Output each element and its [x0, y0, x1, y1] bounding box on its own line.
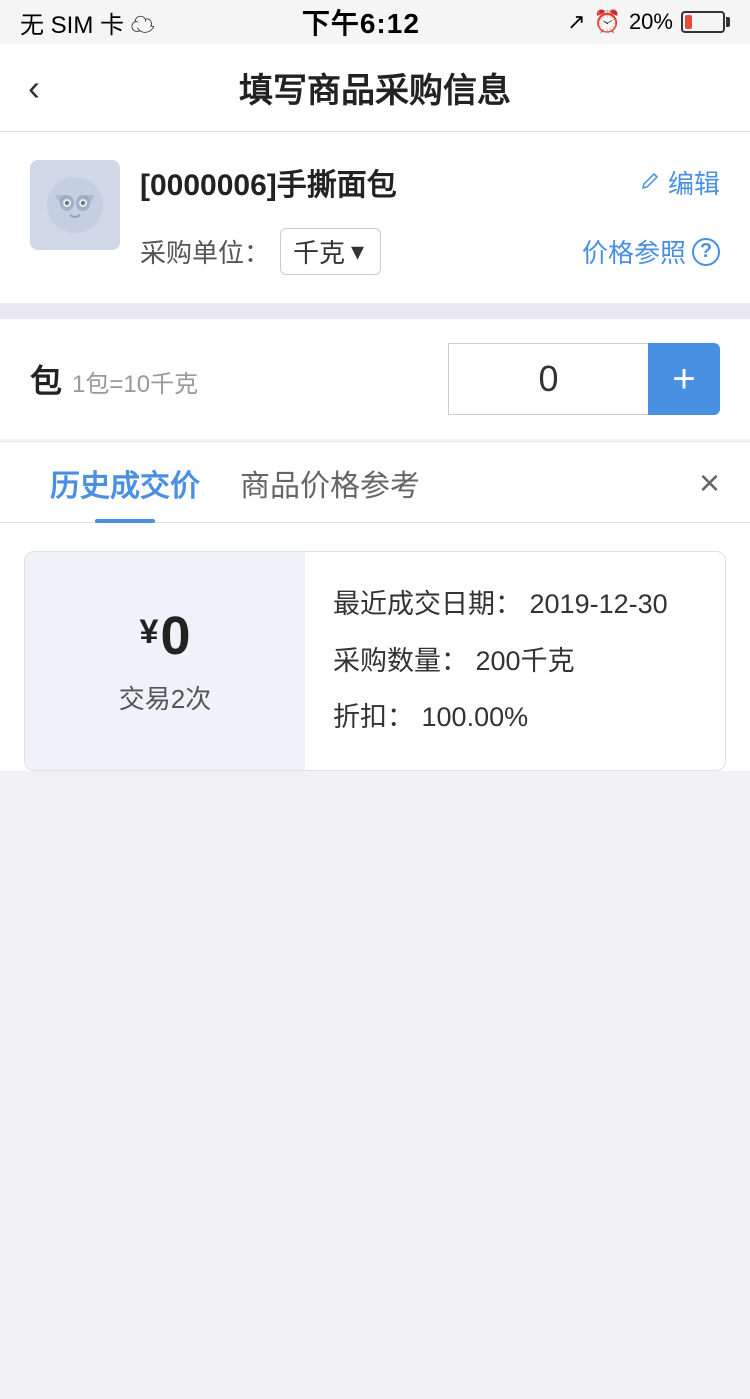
quantity-label: 包 1包=10千克 [30, 356, 198, 402]
panel-container: 历史成交价 商品价格参考 × ¥ 0 交易2次 最近成交日期： 2019-12-… [0, 443, 750, 771]
discount-label: 折扣： [333, 702, 414, 732]
history-price: ¥ 0 [140, 605, 191, 667]
battery-icon [681, 11, 730, 33]
history-recent-date: 最近成交日期： 2019-12-30 [333, 584, 697, 625]
unit-value: 千克 [293, 233, 345, 270]
recent-date-label: 最近成交日期： [333, 589, 522, 619]
purchase-unit: 采购单位： 千克 ▾ [140, 228, 381, 275]
plus-icon: + [672, 357, 695, 402]
history-card-left: ¥ 0 交易2次 [25, 552, 305, 770]
unit-dropdown[interactable]: 千克 ▾ [280, 228, 381, 275]
nav-bar: ‹ 填写商品采购信息 [0, 44, 750, 132]
tab-product-price-ref-label: 商品价格参考 [240, 461, 420, 505]
price-value: 0 [160, 605, 190, 667]
purchase-unit-label: 采购单位： [140, 233, 270, 270]
history-discount: 折扣： 100.00% [333, 697, 697, 738]
gps-icon: ↗ [567, 9, 585, 35]
product-top-row: [0000006]手撕面包 编辑 [140, 160, 720, 204]
quantity-input[interactable] [448, 343, 648, 415]
history-card: ¥ 0 交易2次 最近成交日期： 2019-12-30 采购数量： 200千克 … [24, 551, 726, 771]
history-trade-count: 交易2次 [119, 679, 211, 716]
price-ref-button[interactable]: 价格参照 ? [582, 233, 720, 270]
panel-close-button[interactable]: × [699, 462, 720, 504]
status-time: 下午6:12 [302, 2, 420, 42]
section-divider [0, 303, 750, 319]
tab-history-price-label: 历史成交价 [50, 461, 200, 505]
status-right: ↗ ⏰ 20% [567, 9, 730, 35]
product-thumbnail [30, 160, 120, 250]
status-bar: 无 SIM 卡 ☁ 下午6:12 ↗ ⏰ 20% [0, 0, 750, 44]
history-card-right: 最近成交日期： 2019-12-30 采购数量： 200千克 折扣： 100.0… [305, 552, 725, 770]
quantity-plus-button[interactable]: + [648, 343, 720, 415]
quantity-row: 包 1包=10千克 + [0, 319, 750, 439]
sim-wifi-label: 无 SIM 卡 ☁ [20, 5, 155, 40]
history-purchase-qty: 采购数量： 200千克 [333, 641, 697, 682]
product-bottom-row: 采购单位： 千克 ▾ 价格参照 ? [140, 228, 720, 275]
purchase-qty-label: 采购数量： [333, 646, 468, 676]
tabs-row: 历史成交价 商品价格参考 × [0, 443, 750, 523]
edit-button[interactable]: 编辑 [640, 164, 720, 201]
tab-product-price-ref[interactable]: 商品价格参考 [220, 443, 440, 523]
status-left: 无 SIM 卡 ☁ [20, 5, 155, 40]
tab-history-price[interactable]: 历史成交价 [30, 443, 220, 523]
recent-date-value: 2019-12-30 [530, 589, 668, 619]
product-name: [0000006]手撕面包 [140, 160, 397, 204]
quantity-unit-sub: 1包=10千克 [72, 364, 198, 399]
price-symbol: ¥ [140, 613, 159, 652]
back-button[interactable]: ‹ [28, 67, 40, 109]
discount-value: 100.00% [422, 702, 529, 732]
purchase-qty-value: 200千克 [476, 646, 575, 676]
product-info: [0000006]手撕面包 编辑 采购单位： 千克 ▾ 价格参照 ? [140, 160, 720, 275]
alarm-icon: ⏰ [594, 9, 621, 35]
main-background [0, 799, 750, 1399]
price-ref-help-icon: ? [692, 238, 720, 266]
page-title: 填写商品采购信息 [239, 63, 511, 112]
quantity-unit-main: 包 [30, 356, 62, 402]
dropdown-arrow-icon: ▾ [351, 236, 364, 267]
quantity-input-group: + [448, 343, 720, 415]
battery-percent: 20% [629, 9, 673, 35]
price-ref-label: 价格参照 [582, 233, 686, 270]
product-card: [0000006]手撕面包 编辑 采购单位： 千克 ▾ 价格参照 ? [0, 132, 750, 303]
